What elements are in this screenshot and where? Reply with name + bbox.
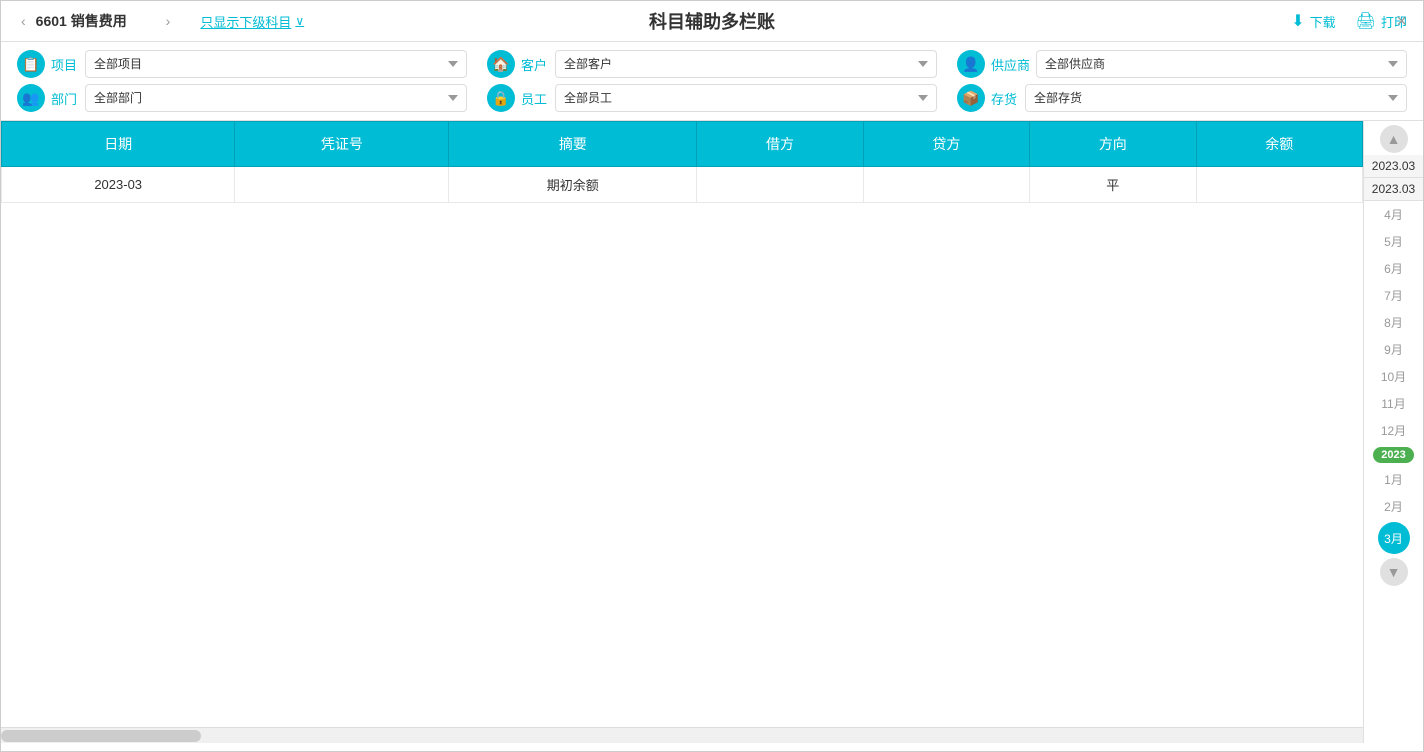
project-label: 项目	[51, 55, 79, 74]
data-table: 日期 凭证号 摘要 借方 贷方 方向 余额 2023-03 期初余额	[1, 121, 1363, 203]
inventory-filter-item: 📦 存货 全部存货	[957, 84, 1407, 112]
timeline-month-4[interactable]: 4月	[1364, 201, 1423, 228]
month-timeline: ▲ 2023.03 2023.03 4月 5月 6月 7月 8月 9月 10月 …	[1363, 121, 1423, 743]
timeline-down-arrow[interactable]: ▼	[1380, 558, 1408, 586]
customer-label: 客户	[521, 55, 549, 74]
table-area: 日期 凭证号 摘要 借方 贷方 方向 余额 2023-03 期初余额	[1, 121, 1363, 743]
timeline-month-2[interactable]: 2月	[1364, 493, 1423, 520]
cell-debit	[697, 167, 863, 203]
timeline-month-3-active[interactable]: 3月	[1378, 522, 1410, 554]
cell-voucher	[235, 167, 449, 203]
table-body: 2023-03 期初余额 平	[2, 167, 1363, 203]
cell-summary: 期初余额	[449, 167, 697, 203]
timeline-header-2[interactable]: 2023.03	[1364, 178, 1423, 201]
filter-area: 📋 项目 全部项目 🏠 客户 全部客户 👤 供应商 全部供应商	[1, 42, 1423, 121]
customer-icon: 🏠	[487, 50, 515, 78]
timeline-month-5[interactable]: 5月	[1364, 228, 1423, 255]
main-window: × ‹ 6601 销售费用 › 只显示下级科目 ∨ 科目辅助多栏账 ⬇ 下载 🖨…	[0, 0, 1424, 752]
content-area: 日期 凭证号 摘要 借方 贷方 方向 余额 2023-03 期初余额	[1, 121, 1423, 743]
cell-direction: 平	[1030, 167, 1196, 203]
print-icon: 🖨	[1356, 11, 1376, 31]
download-button[interactable]: ⬇ 下载	[1291, 11, 1335, 31]
timeline-month-8[interactable]: 8月	[1364, 309, 1423, 336]
filter-row-1: 📋 项目 全部项目 🏠 客户 全部客户 👤 供应商 全部供应商	[17, 50, 1407, 78]
nav-next-arrow[interactable]: ›	[162, 11, 175, 31]
year-badge[interactable]: 2023	[1373, 447, 1413, 463]
employee-label: 员工	[521, 89, 549, 108]
timeline-month-9[interactable]: 9月	[1364, 336, 1423, 363]
table-row: 2023-03 期初余额 平	[2, 167, 1363, 203]
customer-filter-item: 🏠 客户 全部客户	[487, 50, 937, 78]
download-icon: ⬇	[1291, 11, 1304, 31]
show-sub-toggle[interactable]: 只显示下级科目 ∨	[200, 12, 304, 31]
project-filter-item: 📋 项目 全部项目	[17, 50, 467, 78]
col-credit: 贷方	[863, 122, 1029, 167]
timeline-month-7[interactable]: 7月	[1364, 282, 1423, 309]
timeline-month-10[interactable]: 10月	[1364, 363, 1423, 390]
show-sub-arrow-icon: ∨	[295, 14, 304, 28]
employee-select[interactable]: 全部员工	[555, 84, 937, 112]
dept-filter-item: 👥 部门 全部部门	[17, 84, 467, 112]
filter-row-2: 👥 部门 全部部门 🔒 员工 全部员工 📦 存货 全部存货	[17, 84, 1407, 112]
dept-select[interactable]: 全部部门	[85, 84, 467, 112]
timeline-month-11[interactable]: 11月	[1364, 390, 1423, 417]
nav-section: ‹ 6601 销售费用 › 只显示下级科目 ∨	[17, 11, 304, 31]
supplier-icon: 👤	[957, 50, 985, 78]
page-title: 科目辅助多栏账	[649, 8, 775, 34]
nav-prev-arrow[interactable]: ‹	[17, 11, 30, 31]
col-balance: 余额	[1196, 122, 1362, 167]
timeline-month-12[interactable]: 12月	[1364, 417, 1423, 444]
cell-credit	[863, 167, 1029, 203]
project-select[interactable]: 全部项目	[85, 50, 467, 78]
col-direction: 方向	[1030, 122, 1196, 167]
supplier-select[interactable]: 全部供应商	[1036, 50, 1407, 78]
h-scrollbar[interactable]	[1, 727, 1363, 743]
employee-filter-item: 🔒 员工 全部员工	[487, 84, 937, 112]
inventory-label: 存货	[991, 89, 1019, 108]
timeline-month-6[interactable]: 6月	[1364, 255, 1423, 282]
dept-icon: 👥	[17, 84, 45, 112]
dept-label: 部门	[51, 89, 79, 108]
project-icon: 📋	[17, 50, 45, 78]
col-summary: 摘要	[449, 122, 697, 167]
toolbar-right: ⬇ 下载 🖨 打印	[1291, 11, 1407, 31]
close-button[interactable]: ×	[1396, 11, 1407, 32]
header: ‹ 6601 销售费用 › 只显示下级科目 ∨ 科目辅助多栏账 ⬇ 下载 🖨 打…	[1, 1, 1423, 42]
inventory-icon: 📦	[957, 84, 985, 112]
timeline-header-1[interactable]: 2023.03	[1364, 155, 1423, 178]
col-debit: 借方	[697, 122, 863, 167]
col-voucher: 凭证号	[235, 122, 449, 167]
supplier-label: 供应商	[991, 55, 1030, 74]
employee-icon: 🔒	[487, 84, 515, 112]
customer-select[interactable]: 全部客户	[555, 50, 937, 78]
inventory-select[interactable]: 全部存货	[1025, 84, 1407, 112]
col-date: 日期	[2, 122, 235, 167]
cell-balance	[1196, 167, 1362, 203]
timeline-month-1[interactable]: 1月	[1364, 466, 1423, 493]
table-header-row: 日期 凭证号 摘要 借方 贷方 方向 余额	[2, 122, 1363, 167]
scrollbar-thumb	[1, 730, 201, 742]
account-code: 6601 销售费用	[36, 11, 156, 31]
supplier-filter-item: 👤 供应商 全部供应商	[957, 50, 1407, 78]
cell-date: 2023-03	[2, 167, 235, 203]
timeline-up-arrow[interactable]: ▲	[1380, 125, 1408, 153]
